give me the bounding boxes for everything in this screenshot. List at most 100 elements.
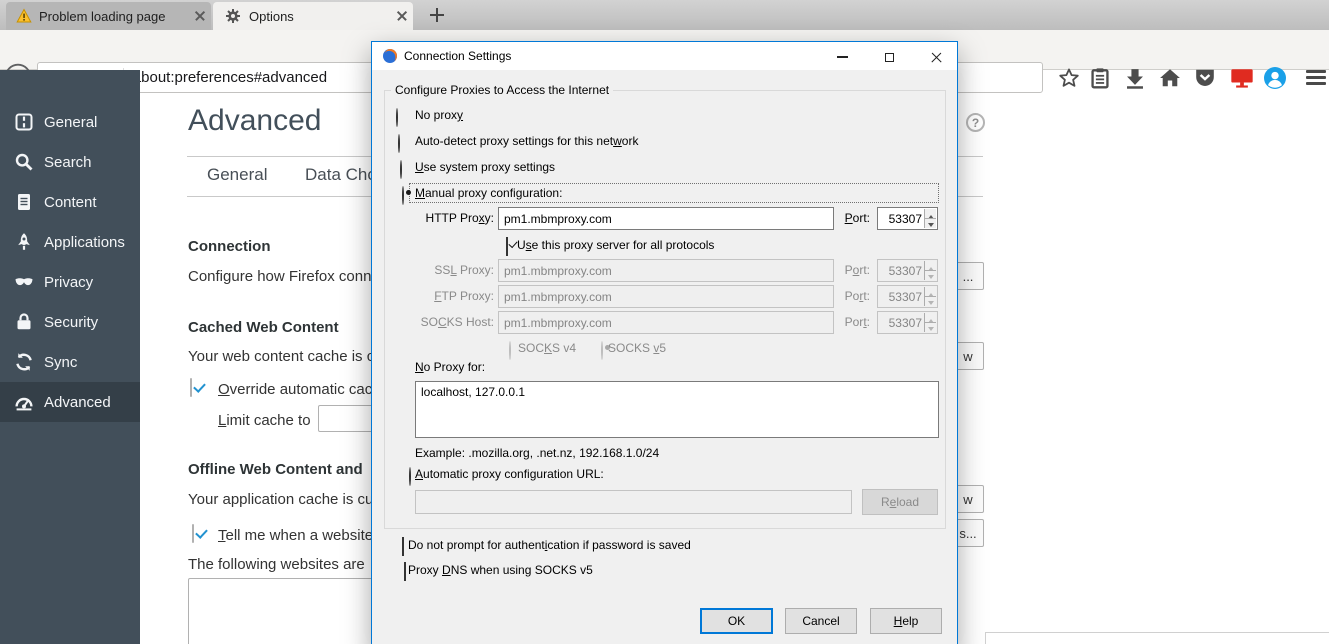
socks-v4-radio [509,341,511,360]
lock-icon [17,313,31,330]
close-tab-icon[interactable] [195,11,205,21]
tab-general[interactable]: General [207,165,267,185]
override-cache-label: Override automatic cac [218,381,373,398]
no-proxy-radio[interactable] [396,108,398,127]
document-icon [18,194,30,210]
bookmark-star-icon[interactable] [1058,67,1080,89]
reload-button: Reload [862,489,938,515]
no-proxy-for-textarea[interactable]: localhost, 127.0.0.1 [415,381,939,438]
manual-proxy-radio[interactable] [402,186,404,205]
socks-port-input: 53307 [877,311,938,334]
maximize-icon [884,52,894,62]
limit-cache-label: Limit cache to [218,412,311,429]
cached-web-content-description: Your web content cache is c [188,348,375,365]
sidebar-item-search[interactable]: Search [0,142,140,182]
tab-data-choices[interactable]: Data Choi [305,165,381,185]
auto-config-url-radio[interactable] [409,467,411,486]
sidebar-item-label: Search [44,153,92,171]
gear-icon [226,9,240,23]
ok-button[interactable]: OK [700,608,773,634]
tab-bar: Problem loading page Options [0,0,1329,30]
socks-v5-label: SOCKS v5 [608,341,667,355]
port-spinner [924,313,936,332]
sidebar-item-applications[interactable]: Applications [0,222,140,262]
new-tab-icon[interactable] [430,8,444,22]
downloads-icon[interactable] [1124,67,1146,89]
tab-title: Options [249,8,294,24]
port-spinner [924,261,936,280]
sidebar-item-label: Sync [44,353,78,371]
http-proxy-input[interactable]: pm1.mbmproxy.com [498,207,834,230]
cancel-button[interactable]: Cancel [785,608,857,634]
reading-list-icon[interactable] [1089,67,1111,89]
ftp-proxy-input: pm1.mbmproxy.com [498,285,834,308]
menu-icon[interactable] [1306,70,1326,85]
no-auth-prompt-label: Do not prompt for authentication if pass… [408,538,691,552]
offline-web-content-heading: Offline Web Content and [188,461,363,478]
port-spinner [924,287,936,306]
http-port-label: Port: [844,211,870,225]
proxy-dns-label: Proxy DNS when using SOCKS v5 [408,563,593,577]
auto-config-url-label: Automatic proxy configuration URL: [415,467,604,481]
sync-icon [16,353,32,371]
override-cache-checkbox[interactable] [190,378,192,397]
tab-options[interactable]: Options [213,2,413,30]
cached-web-content-heading: Cached Web Content [188,319,339,336]
dialog-titlebar[interactable]: Connection Settings [372,42,957,70]
dialog-title: Connection Settings [404,49,512,63]
page-title: Advanced [188,104,322,137]
close-button[interactable] [924,50,948,64]
sidebar-item-advanced[interactable]: Advanced [0,382,140,422]
manual-proxy-label: Manual proxy configuration: [415,186,563,200]
connection-description: Configure how Firefox conn [188,268,372,285]
proxy-groupbox [384,90,946,529]
no-auth-prompt-checkbox[interactable] [402,537,404,556]
search-icon [15,153,33,171]
sidebar-item-label: Applications [44,233,125,251]
ftp-port-input: 53307 [877,285,938,308]
close-icon [931,52,942,63]
use-for-all-protocols-checkbox[interactable] [506,237,508,256]
sidebar-item-general[interactable]: General [0,102,140,142]
no-proxy-label: No proxy [415,108,464,122]
http-port-input[interactable]: 53307 [877,207,938,230]
sidebar-item-label: Advanced [44,393,111,411]
socks-v4-label: SOCKS v4 [518,341,577,355]
minimize-button[interactable] [830,50,854,64]
ssl-proxy-input: pm1.mbmproxy.com [498,259,834,282]
system-proxy-label: Use system proxy settings [415,160,556,174]
example-text: Example: .mozilla.org, .net.nz, 192.168.… [415,446,660,460]
sidebar-item-security[interactable]: Security [0,302,140,342]
help-icon[interactable]: ? [966,113,985,132]
tell-me-checkbox[interactable] [192,524,194,543]
mask-icon [15,278,33,286]
general-icon [15,113,33,131]
sidebar-item-label: Privacy [44,273,94,291]
sidebar-item-content[interactable]: Content [0,182,140,222]
port-spinner[interactable] [924,209,936,228]
auto-detect-radio[interactable] [398,134,400,153]
pocket-icon[interactable] [1194,67,1216,89]
sidebar-item-privacy[interactable]: Privacy [0,262,140,302]
ssl-proxy-label: SSL Proxy: [434,263,494,277]
minimize-icon [836,56,848,58]
auto-detect-label: Auto-detect proxy settings for this netw… [415,134,639,148]
maximize-button[interactable] [877,50,901,64]
proxy-dns-checkbox[interactable] [404,562,406,581]
account-icon[interactable] [1264,67,1286,89]
help-button[interactable]: Help [870,608,942,634]
tab-problem-loading[interactable]: Problem loading page [6,2,211,30]
home-icon[interactable] [1159,67,1181,89]
tell-me-label: Tell me when a website [218,527,374,544]
screenshare-icon[interactable] [1230,67,1254,89]
sidebar-item-sync[interactable]: Sync [0,342,140,382]
system-proxy-radio[interactable] [400,160,402,179]
use-for-all-protocols-label: Use this proxy server for all protocols [517,238,715,252]
proxy-groupbox-legend: Configure Proxies to Access the Internet [391,83,614,97]
sidebar-item-label: Security [44,313,99,331]
no-proxy-for-label: No Proxy for: [415,360,486,374]
gauge-icon [15,397,33,411]
offline-web-content-description: Your application cache is cu [188,491,374,508]
url-text[interactable]: about:preferences#advanced [133,69,327,86]
close-tab-icon[interactable] [397,11,407,21]
